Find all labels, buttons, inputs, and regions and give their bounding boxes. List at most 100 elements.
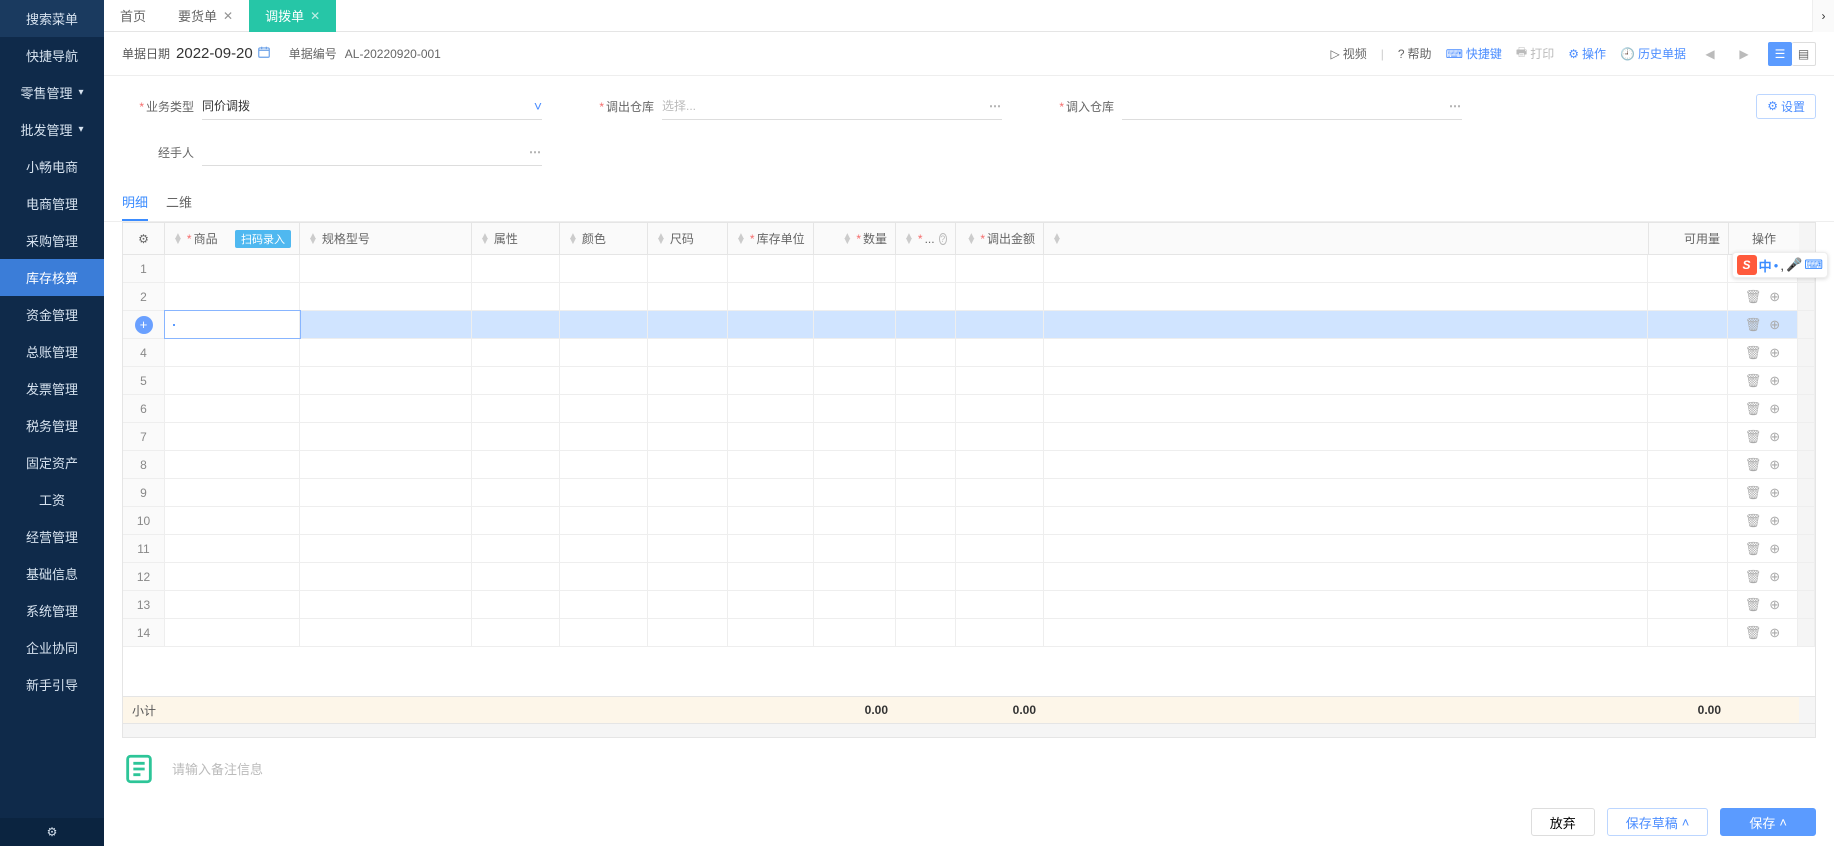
copy-row-icon[interactable]: ⊕ (1769, 345, 1780, 361)
cell[interactable] (814, 563, 896, 590)
cell[interactable] (165, 255, 300, 282)
cell[interactable] (814, 423, 896, 450)
cell[interactable] (300, 283, 472, 310)
cell[interactable] (896, 423, 956, 450)
delete-row-icon[interactable]: 🗑 (1745, 457, 1762, 473)
cell[interactable] (165, 451, 300, 478)
header-avail[interactable]: 可用量 (1649, 223, 1729, 254)
table-row[interactable]: 8🗑⊕ (123, 451, 1815, 479)
cell[interactable] (1044, 507, 1648, 534)
copy-row-icon[interactable]: ⊕ (1769, 373, 1780, 389)
sidebar-item[interactable]: 快捷导航 (0, 37, 104, 74)
cell[interactable] (472, 255, 560, 282)
copy-row-icon[interactable]: ⊕ (1769, 513, 1780, 529)
cell[interactable] (472, 451, 560, 478)
sidebar-item[interactable]: 经营管理 (0, 518, 104, 555)
close-icon[interactable]: ✕ (310, 9, 320, 23)
scan-entry-tag[interactable]: 扫码录入 (235, 230, 291, 248)
table-row[interactable]: 14🗑⊕ (123, 619, 1815, 647)
cell[interactable] (648, 535, 728, 562)
delete-row-icon[interactable]: 🗑 (1745, 373, 1762, 389)
add-row-button[interactable]: + (135, 316, 153, 334)
cell[interactable] (814, 451, 896, 478)
cell[interactable] (300, 339, 472, 366)
cell[interactable] (728, 535, 814, 562)
cell[interactable] (300, 563, 472, 590)
delete-row-icon[interactable]: 🗑 (1745, 429, 1762, 445)
table-row[interactable]: 13🗑⊕ (123, 591, 1815, 619)
cell[interactable] (814, 395, 896, 422)
table-row[interactable]: 11🗑⊕ (123, 535, 1815, 563)
header-size[interactable]: 尺码 (648, 223, 728, 254)
cell[interactable] (300, 535, 472, 562)
table-row[interactable]: 5🗑⊕ (123, 367, 1815, 395)
cell[interactable] (560, 283, 648, 310)
cell[interactable] (300, 479, 472, 506)
sidebar-item[interactable]: 税务管理 (0, 407, 104, 444)
cell[interactable] (472, 339, 560, 366)
table-row[interactable]: 4🗑⊕ (123, 339, 1815, 367)
cell[interactable] (648, 283, 728, 310)
sidebar-item[interactable]: 采购管理 (0, 222, 104, 259)
cell[interactable] (300, 255, 472, 282)
remark-input[interactable] (172, 762, 1816, 777)
sidebar-item[interactable]: 零售管理▾ (0, 74, 104, 111)
cell[interactable] (956, 619, 1044, 646)
cell[interactable] (728, 339, 814, 366)
cell[interactable] (560, 507, 648, 534)
help-link[interactable]: ? 帮助 (1398, 45, 1432, 62)
table-row[interactable]: +🗑⊕ (123, 311, 1815, 339)
cell[interactable] (814, 311, 896, 338)
cell[interactable] (956, 423, 1044, 450)
cell[interactable] (1044, 591, 1648, 618)
sidebar-item[interactable]: 工资 (0, 481, 104, 518)
table-row[interactable]: 7🗑⊕ (123, 423, 1815, 451)
cell[interactable] (472, 479, 560, 506)
cell[interactable] (896, 311, 956, 338)
cell[interactable] (1044, 451, 1648, 478)
next-doc-button[interactable]: ▶ (1734, 44, 1754, 64)
cell[interactable] (1044, 283, 1648, 310)
cell[interactable] (1648, 255, 1728, 282)
cell[interactable] (300, 507, 472, 534)
tab-detail[interactable]: 明细 (122, 184, 148, 221)
cell[interactable] (1044, 563, 1648, 590)
cell[interactable] (956, 255, 1044, 282)
cell[interactable] (472, 395, 560, 422)
cell[interactable] (472, 311, 560, 338)
cell[interactable] (472, 591, 560, 618)
cell[interactable] (1648, 591, 1728, 618)
cell[interactable] (956, 479, 1044, 506)
cell[interactable] (560, 563, 648, 590)
cell[interactable] (472, 367, 560, 394)
close-icon[interactable]: ✕ (223, 9, 233, 23)
tab[interactable]: 调拨单✕ (249, 0, 336, 32)
cell[interactable] (300, 619, 472, 646)
sidebar-item[interactable]: 批发管理▾ (0, 111, 104, 148)
cell[interactable] (472, 619, 560, 646)
cell[interactable] (648, 479, 728, 506)
delete-row-icon[interactable]: 🗑 (1745, 485, 1762, 501)
cell[interactable] (1044, 423, 1648, 450)
cell[interactable] (1648, 563, 1728, 590)
discard-button[interactable]: 放弃 (1531, 808, 1595, 836)
cell[interactable] (728, 563, 814, 590)
cell[interactable] (956, 591, 1044, 618)
table-row[interactable]: 9🗑⊕ (123, 479, 1815, 507)
sidebar-item[interactable]: 发票管理 (0, 370, 104, 407)
delete-row-icon[interactable]: 🗑 (1745, 289, 1762, 305)
cell[interactable] (814, 507, 896, 534)
header-price[interactable]: *...? (896, 223, 956, 254)
print-link[interactable]: 🖶 打印 (1516, 43, 1554, 64)
delete-row-icon[interactable]: 🗑 (1745, 541, 1762, 557)
cell[interactable] (165, 339, 300, 366)
sidebar-item[interactable]: 资金管理 (0, 296, 104, 333)
cell[interactable] (648, 423, 728, 450)
sidebar-item[interactable]: 系统管理 (0, 592, 104, 629)
save-draft-button[interactable]: 保存草稿 ˄ (1607, 808, 1709, 836)
keyboard-icon[interactable]: ⌨ (1804, 257, 1823, 273)
delete-row-icon[interactable]: 🗑 (1745, 569, 1762, 585)
copy-row-icon[interactable]: ⊕ (1769, 317, 1780, 333)
table-row[interactable]: 2🗑⊕ (123, 283, 1815, 311)
copy-row-icon[interactable]: ⊕ (1769, 597, 1780, 613)
